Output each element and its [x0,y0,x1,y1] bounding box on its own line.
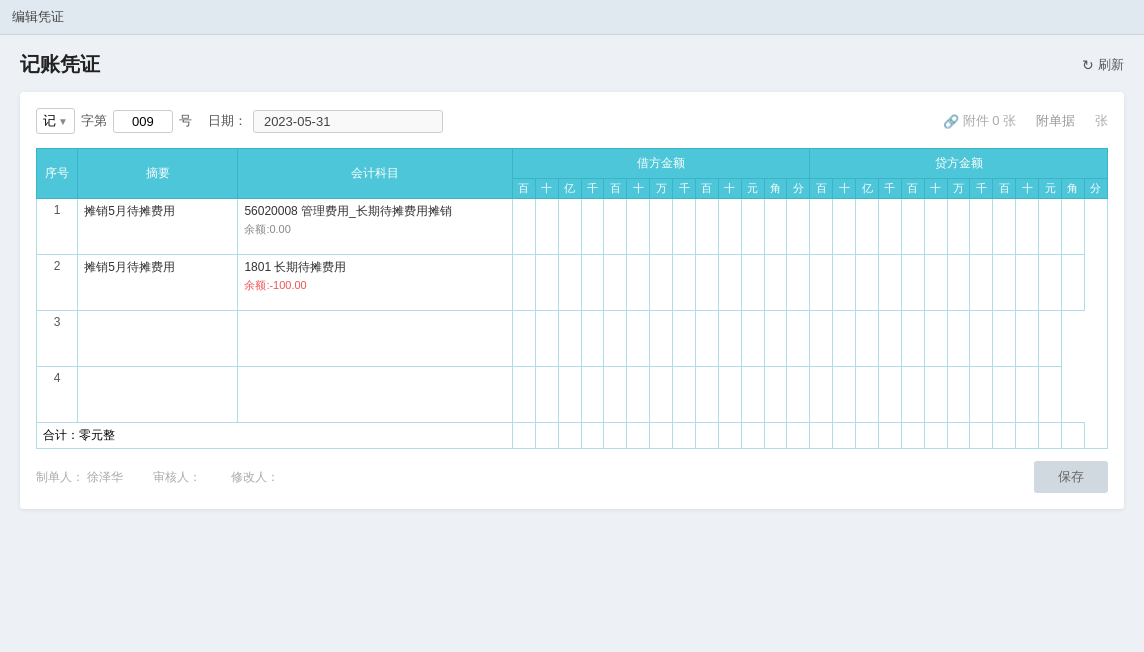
window-title: 编辑凭证 [12,9,64,24]
total-row: 合计：零元整 [37,423,1108,449]
table-row: 3 [37,311,1108,367]
fj-button[interactable]: 附单据 [1036,112,1075,130]
th-c-yi: 亿 [856,179,879,199]
th-d-shi1: 十 [627,179,650,199]
form-row: 记 ▼ 字第 号 日期： 🔗 附件 0 张 [36,108,1108,134]
th-d-wan: 万 [650,179,673,199]
th-credit: 贷方金额 [810,149,1108,179]
th-c-jiao: 角 [1061,179,1084,199]
row4-summary[interactable] [78,367,238,423]
refresh-button[interactable]: ↻ 刷新 [1082,56,1124,74]
th-c-bai: 百 [810,179,833,199]
th-d-jiao: 角 [764,179,787,199]
table-row: 1 摊销5月待摊费用 56020008 管理费用_长期待摊费用摊销 余额:0.0… [37,199,1108,255]
save-button[interactable]: 保存 [1034,461,1108,493]
zi-label: 字第 [81,112,107,130]
th-seq: 序号 [37,149,78,199]
th-c-qian2: 千 [970,179,993,199]
row1-seq: 1 [37,199,78,255]
row4-account[interactable] [238,367,513,423]
voucher-table: 序号 摘要 会计科目 借方金额 贷方金额 [36,148,1108,449]
row1-summary[interactable]: 摊销5月待摊费用 [78,199,238,255]
th-d-fen: 分 [787,179,810,199]
fj-label: 附单据 [1036,113,1075,128]
th-d-bai2: 百 [695,179,718,199]
page-title: 记账凭证 [20,51,100,78]
app-window: 编辑凭证 记账凭证 ↻ 刷新 记 ▼ 字第 号 [0,0,1144,652]
page-header: 记账凭证 ↻ 刷新 [20,51,1124,78]
row3-seq: 3 [37,311,78,367]
refresh-icon: ↻ [1082,57,1094,73]
th-d-shi2: 十 [718,179,741,199]
modifier-label: 修改人： [231,470,279,484]
th-summary: 摘要 [78,149,238,199]
th-c-shi1: 十 [924,179,947,199]
date-input[interactable] [253,110,443,133]
row3-account[interactable] [238,311,513,367]
zi-input[interactable] [113,110,173,133]
row4-seq: 4 [37,367,78,423]
row1-account[interactable]: 56020008 管理费用_长期待摊费用摊销 余额:0.00 [238,199,513,255]
footer-row: 制单人： 徐泽华 审核人： 修改人： 保存 [36,461,1108,493]
table-row: 4 [37,367,1108,423]
right-controls: 🔗 附件 0 张 附单据 张 [943,112,1108,130]
row2-summary[interactable]: 摊销5月待摊费用 [78,255,238,311]
date-group: 日期： [208,110,443,133]
zhang-label: 张 [1095,112,1108,130]
row3-summary[interactable] [78,311,238,367]
th-debit: 借方金额 [512,149,809,179]
hao-label: 号 [179,112,192,130]
refresh-label: 刷新 [1098,56,1124,74]
th-d-bai1: 百 [604,179,627,199]
paperclip-icon: 🔗 [943,114,959,129]
date-label: 日期： [208,112,247,130]
th-d-bai: 百 [512,179,535,199]
main-area: 记账凭证 ↻ 刷新 记 ▼ 字第 号 日期： [0,35,1144,652]
th-d-shi: 十 [535,179,558,199]
row2-account[interactable]: 1801 长期待摊费用 余额:-100.00 [238,255,513,311]
ji-value: 记 [43,112,56,130]
table-header-row-1: 序号 摘要 会计科目 借方金额 贷方金额 [37,149,1108,179]
th-d-qian1: 千 [581,179,604,199]
attachment-label: 附件 0 张 [963,112,1016,130]
creator-label: 制单人： [36,470,84,484]
th-d-yuan: 元 [741,179,764,199]
total-label: 合计：零元整 [37,423,513,449]
ji-select[interactable]: 记 ▼ [36,108,75,134]
th-c-bai1: 百 [901,179,924,199]
table-row: 2 摊销5月待摊费用 1801 长期待摊费用 余额:-100.00 [37,255,1108,311]
th-c-fen: 分 [1084,179,1107,199]
creator-info: 制单人： 徐泽华 [36,469,123,486]
auditor-label: 审核人： [153,470,201,484]
attachment-link[interactable]: 🔗 附件 0 张 [943,112,1016,130]
footer-info: 制单人： 徐泽华 审核人： 修改人： [36,469,279,486]
chevron-down-icon: ▼ [58,116,68,127]
row2-seq: 2 [37,255,78,311]
th-c-bai2: 百 [993,179,1016,199]
th-c-wan: 万 [947,179,970,199]
title-bar: 编辑凭证 [0,0,1144,35]
th-c-shi2: 十 [1016,179,1039,199]
ji-group: 记 ▼ 字第 号 [36,108,192,134]
th-c-yuan: 元 [1039,179,1062,199]
th-c-shi: 十 [833,179,856,199]
auditor-info: 审核人： [153,469,201,486]
modifier-info: 修改人： [231,469,279,486]
voucher-card: 记 ▼ 字第 号 日期： 🔗 附件 0 张 [20,92,1124,509]
th-c-qian1: 千 [878,179,901,199]
creator-name: 徐泽华 [87,470,123,484]
th-d-yi: 亿 [558,179,581,199]
th-account: 会计科目 [238,149,513,199]
th-d-qian2: 千 [673,179,696,199]
